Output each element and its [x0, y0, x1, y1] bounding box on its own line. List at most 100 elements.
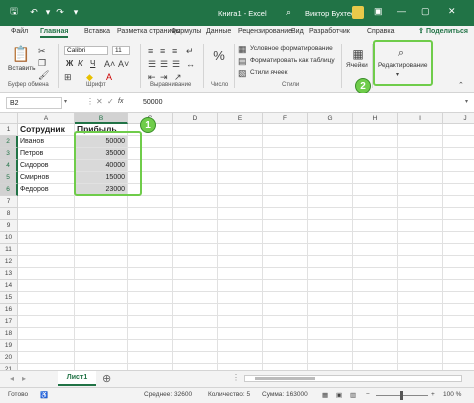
cell[interactable]: [263, 280, 308, 292]
cell[interactable]: [18, 208, 75, 220]
cell[interactable]: [443, 340, 474, 352]
align-right-icon[interactable]: ☰: [172, 59, 180, 70]
tab-help[interactable]: Справка: [367, 28, 394, 35]
row-header[interactable]: 11: [0, 244, 18, 256]
cell[interactable]: [18, 256, 75, 268]
cell[interactable]: [263, 304, 308, 316]
cell[interactable]: [443, 268, 474, 280]
row-header[interactable]: 15: [0, 292, 18, 304]
confirm-icon[interactable]: ✓: [107, 97, 114, 106]
cell[interactable]: [218, 172, 263, 184]
column-header[interactable]: B: [75, 113, 128, 124]
worksheet-grid[interactable]: ABCDEFGHIJK 1234567891011121314151617181…: [0, 113, 474, 370]
cell[interactable]: [75, 232, 128, 244]
cell[interactable]: [263, 148, 308, 160]
cell[interactable]: [398, 340, 443, 352]
cell[interactable]: [308, 268, 353, 280]
cell[interactable]: [218, 136, 263, 148]
tab-file[interactable]: Файл: [11, 28, 28, 35]
close-icon[interactable]: ✕: [448, 6, 456, 17]
cell[interactable]: [353, 136, 398, 148]
row-header[interactable]: 16: [0, 304, 18, 316]
cell[interactable]: [75, 304, 128, 316]
column-header[interactable]: H: [353, 113, 398, 124]
cell[interactable]: [263, 232, 308, 244]
redo-icon[interactable]: ↷: [54, 5, 66, 19]
cell-styles-button[interactable]: Стили ячеек: [250, 69, 288, 76]
row-header[interactable]: 17: [0, 316, 18, 328]
cell[interactable]: [398, 232, 443, 244]
row-header[interactable]: 19: [0, 340, 18, 352]
cell[interactable]: [173, 208, 218, 220]
align-top-icon[interactable]: ≡: [148, 46, 153, 56]
cell[interactable]: [218, 352, 263, 364]
row-header[interactable]: 7: [0, 196, 18, 208]
cell[interactable]: [398, 256, 443, 268]
column-header[interactable]: D: [173, 113, 218, 124]
cell[interactable]: [218, 184, 263, 196]
cell[interactable]: [398, 136, 443, 148]
search-icon[interactable]: ⌕: [286, 7, 291, 18]
undo-dropdown-icon[interactable]: ▾: [42, 5, 54, 19]
cell[interactable]: [18, 232, 75, 244]
next-sheet-icon[interactable]: ▸: [22, 374, 26, 383]
tab-view[interactable]: Вид: [291, 28, 304, 35]
cell[interactable]: [18, 328, 75, 340]
cell[interactable]: [353, 268, 398, 280]
cell[interactable]: [353, 208, 398, 220]
cell[interactable]: [443, 124, 474, 136]
name-box[interactable]: B2: [6, 97, 62, 109]
cell[interactable]: [263, 196, 308, 208]
cell[interactable]: [398, 148, 443, 160]
cell[interactable]: [443, 280, 474, 292]
cell[interactable]: [75, 316, 128, 328]
row-header[interactable]: 9: [0, 220, 18, 232]
cell[interactable]: [263, 328, 308, 340]
cell[interactable]: [173, 268, 218, 280]
borders-icon[interactable]: ⊞: [64, 72, 72, 83]
row-header[interactable]: 3: [0, 148, 18, 160]
column-header[interactable]: J: [443, 113, 474, 124]
cell[interactable]: [263, 184, 308, 196]
cell[interactable]: [263, 268, 308, 280]
zoom-slider-handle[interactable]: [400, 391, 403, 400]
cell[interactable]: [353, 220, 398, 232]
paste-button[interactable]: Вставить: [8, 65, 36, 72]
cell[interactable]: [173, 196, 218, 208]
cell[interactable]: [308, 196, 353, 208]
share-button[interactable]: ⇪ Поделиться: [418, 27, 468, 35]
cell[interactable]: [443, 352, 474, 364]
cell[interactable]: [18, 304, 75, 316]
align-left-icon[interactable]: ☰: [148, 59, 156, 70]
row-header[interactable]: 4: [0, 160, 18, 172]
cell[interactable]: [353, 292, 398, 304]
row-header[interactable]: 8: [0, 208, 18, 220]
cell[interactable]: [308, 280, 353, 292]
cell[interactable]: [443, 136, 474, 148]
cell[interactable]: [308, 136, 353, 148]
merge-icon[interactable]: ↔: [186, 59, 195, 69]
status-average[interactable]: Среднее: 32600: [144, 391, 192, 398]
cell[interactable]: [173, 340, 218, 352]
cell[interactable]: [128, 244, 173, 256]
cell[interactable]: [353, 124, 398, 136]
cell[interactable]: [218, 160, 263, 172]
tab-review[interactable]: Рецензирование: [238, 28, 292, 35]
zoom-in-icon[interactable]: +: [431, 391, 435, 398]
cell[interactable]: [308, 316, 353, 328]
bold-button[interactable]: Ж: [66, 59, 73, 68]
normal-view-icon[interactable]: ▦: [322, 391, 328, 399]
align-center-icon[interactable]: ☰: [160, 59, 168, 70]
cell[interactable]: [398, 196, 443, 208]
cell[interactable]: [75, 244, 128, 256]
cell[interactable]: [308, 124, 353, 136]
cell[interactable]: [263, 316, 308, 328]
cell[interactable]: [18, 220, 75, 232]
cell[interactable]: [128, 220, 173, 232]
cell[interactable]: [128, 340, 173, 352]
fx-icon[interactable]: fx: [118, 98, 123, 105]
scrollbar-thumb[interactable]: [255, 377, 315, 380]
cell[interactable]: [398, 220, 443, 232]
cell[interactable]: [353, 184, 398, 196]
maximize-icon[interactable]: ▢: [421, 6, 430, 17]
